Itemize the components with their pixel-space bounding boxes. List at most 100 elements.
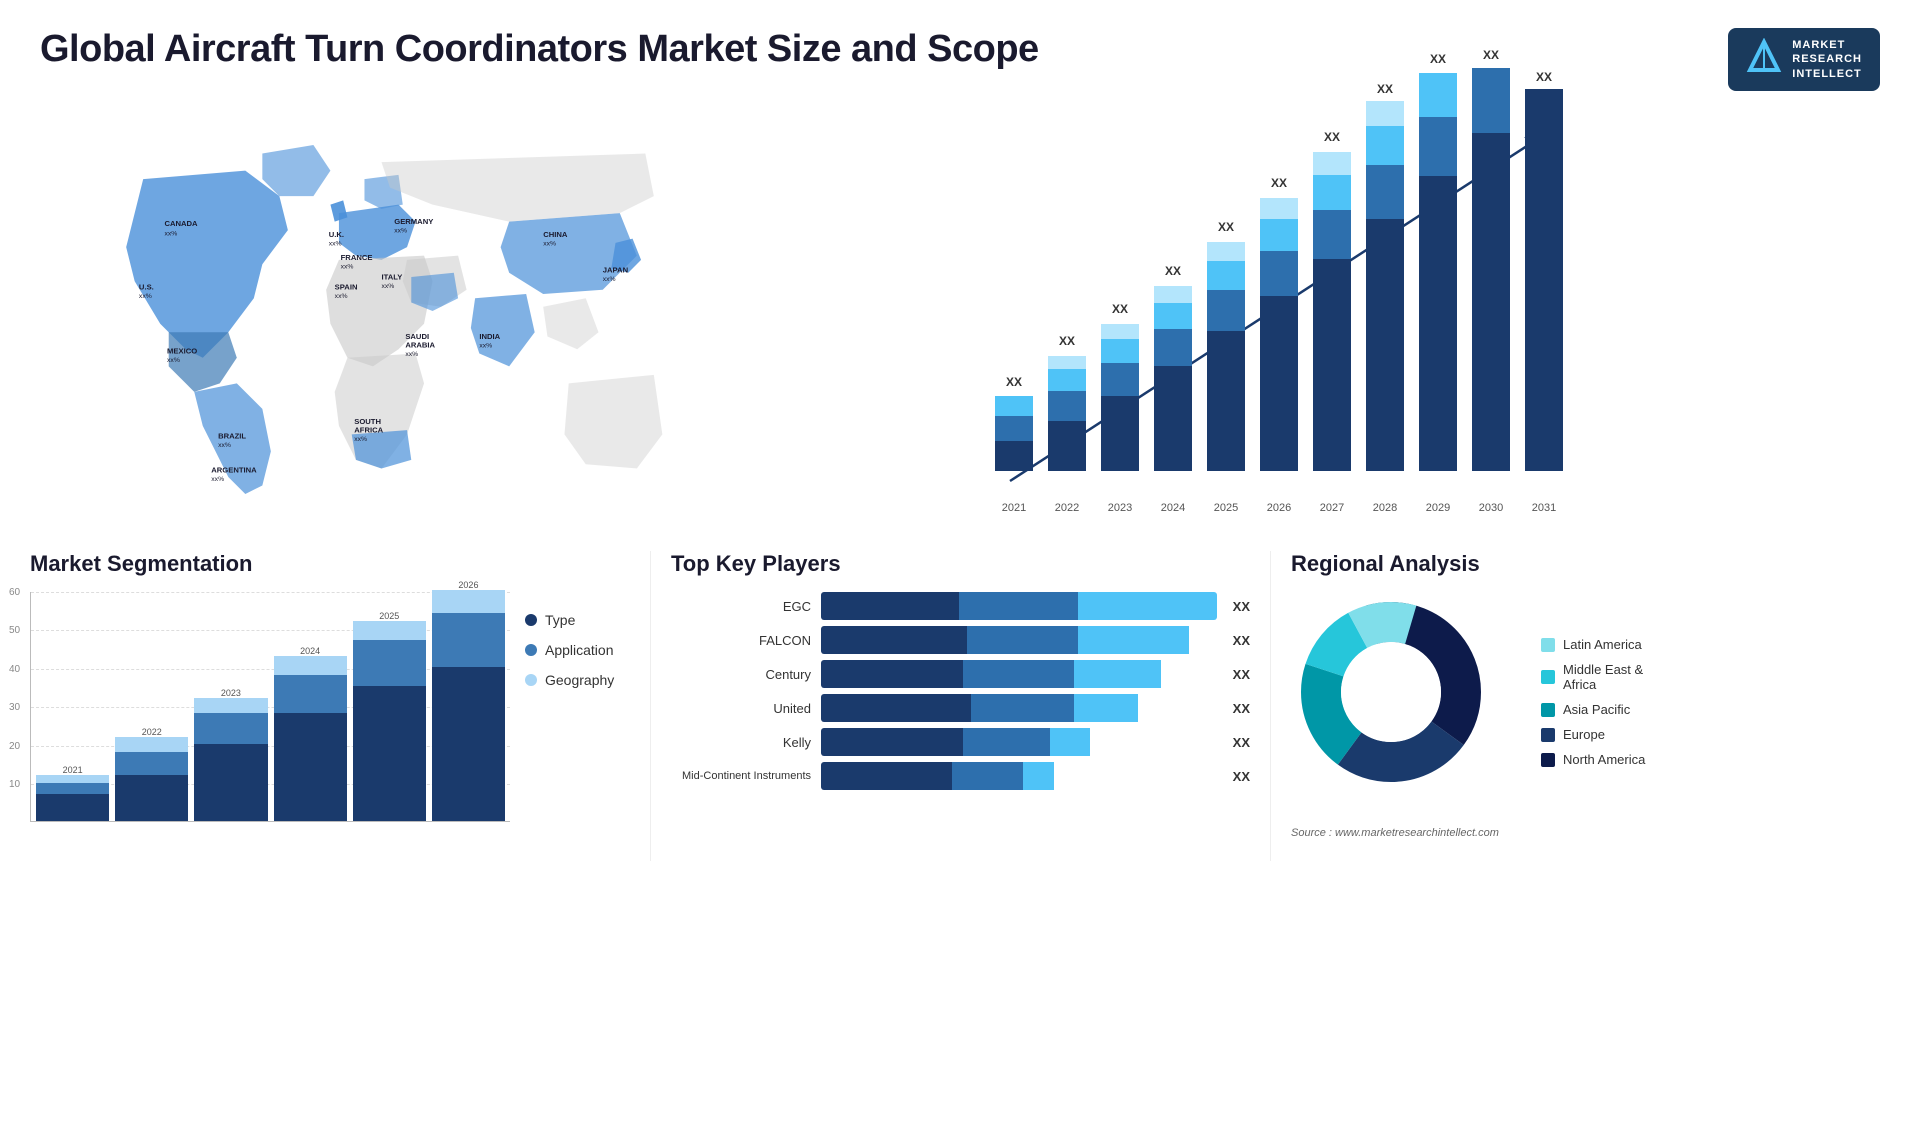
svg-text:xx%: xx% — [394, 228, 407, 235]
svg-text:2027: 2027 — [1320, 502, 1344, 514]
bar-seg1 — [821, 728, 963, 756]
page-title: Global Aircraft Turn Coordinators Market… — [40, 28, 1039, 71]
svg-text:xx%: xx% — [479, 343, 492, 350]
svg-text:2026: 2026 — [1267, 502, 1291, 514]
svg-text:MEXICO: MEXICO — [167, 347, 197, 356]
player-name-century: Century — [671, 667, 811, 682]
legend-type: Type — [525, 612, 635, 628]
svg-text:xx%: xx% — [218, 442, 231, 449]
svg-text:BRAZIL: BRAZIL — [218, 432, 246, 441]
bar-seg1 — [821, 660, 963, 688]
bar-seg3 — [1078, 626, 1189, 654]
svg-text:2029: 2029 — [1426, 502, 1450, 514]
svg-text:XX: XX — [1059, 334, 1075, 348]
svg-text:AFRICA: AFRICA — [354, 426, 383, 435]
svg-text:SPAIN: SPAIN — [335, 283, 358, 292]
svg-text:ARABIA: ARABIA — [405, 341, 435, 350]
bar-seg3 — [1023, 762, 1055, 790]
player-name-falcon: FALCON — [671, 633, 811, 648]
svg-text:xx%: xx% — [335, 293, 348, 300]
svg-text:XX: XX — [1430, 52, 1446, 66]
player-bar-united — [821, 694, 1217, 722]
segmentation-title: Market Segmentation — [30, 551, 635, 577]
latin-america-color — [1541, 638, 1555, 652]
regional-section: Regional Analysis — [1270, 551, 1890, 861]
player-value-kelly: XX — [1233, 735, 1250, 750]
legend-geography-label: Geography — [545, 672, 614, 688]
player-bar-egc — [821, 592, 1217, 620]
bar-seg3 — [1078, 592, 1216, 620]
middle-east-label: Middle East &Africa — [1563, 662, 1643, 692]
map-section: CANADA xx% U.S. xx% MEXICO xx% BRAZIL xx… — [30, 101, 960, 531]
asia-pacific-color — [1541, 703, 1555, 717]
legend-latin-america: Latin America — [1541, 637, 1645, 652]
svg-text:xx%: xx% — [167, 357, 180, 364]
bar-seg2 — [963, 728, 1050, 756]
type-color-dot — [525, 614, 537, 626]
legend-geography: Geography — [525, 672, 635, 688]
svg-text:XX: XX — [1377, 82, 1393, 96]
player-row-egc: EGC XX — [671, 592, 1250, 620]
svg-text:2031: 2031 — [1532, 502, 1556, 514]
svg-text:XX: XX — [1218, 220, 1234, 234]
bar-seg3 — [1050, 728, 1090, 756]
svg-text:xx%: xx% — [341, 263, 354, 270]
svg-text:FRANCE: FRANCE — [341, 253, 373, 262]
bar-seg2 — [963, 660, 1074, 688]
legend-asia-pacific: Asia Pacific — [1541, 702, 1645, 717]
player-row-united: United XX — [671, 694, 1250, 722]
svg-text:XX: XX — [1271, 176, 1287, 190]
legend-north-america: North America — [1541, 752, 1645, 767]
key-players-section: Top Key Players EGC XX FALCON XX — [650, 551, 1270, 861]
key-players-title: Top Key Players — [671, 551, 1250, 577]
legend-type-label: Type — [545, 612, 575, 628]
bar-seg2 — [971, 694, 1074, 722]
bar-seg1 — [821, 762, 952, 790]
logo-area: MARKET RESEARCH INTELLECT — [1728, 28, 1880, 91]
application-color-dot — [525, 644, 537, 656]
svg-text:2023: 2023 — [1108, 502, 1132, 514]
svg-text:GERMANY: GERMANY — [394, 217, 433, 226]
svg-text:xx%: xx% — [603, 276, 616, 283]
player-value-egc: XX — [1233, 599, 1250, 614]
player-name-egc: EGC — [671, 599, 811, 614]
logo-m-icon — [1746, 38, 1782, 81]
svg-text:xx%: xx% — [211, 476, 224, 483]
svg-text:INDIA: INDIA — [479, 332, 500, 341]
svg-text:xx%: xx% — [139, 293, 152, 300]
regional-title: Regional Analysis — [1291, 551, 1890, 577]
bar-seg1 — [821, 694, 971, 722]
svg-text:CHINA: CHINA — [543, 230, 568, 239]
player-name-midcontinent: Mid-Continent Instruments — [671, 770, 811, 782]
player-bar-falcon — [821, 626, 1217, 654]
svg-text:2030: 2030 — [1479, 502, 1503, 514]
legend-europe: Europe — [1541, 727, 1645, 742]
player-bar-midcontinent — [821, 762, 1217, 790]
regional-legend: Latin America Middle East &Africa Asia P… — [1541, 637, 1645, 767]
svg-text:JAPAN: JAPAN — [603, 266, 628, 275]
bar-seg2 — [959, 592, 1078, 620]
europe-color — [1541, 728, 1555, 742]
svg-text:xx%: xx% — [329, 240, 342, 247]
bar-seg1 — [821, 592, 959, 620]
svg-text:2028: 2028 — [1373, 502, 1397, 514]
player-bar-century — [821, 660, 1217, 688]
asia-pacific-label: Asia Pacific — [1563, 702, 1630, 717]
legend-middle-east-africa: Middle East &Africa — [1541, 662, 1645, 692]
player-row-kelly: Kelly XX — [671, 728, 1250, 756]
svg-text:XX: XX — [1483, 48, 1499, 62]
middle-east-color — [1541, 670, 1555, 684]
player-value-falcon: XX — [1233, 633, 1250, 648]
svg-text:ARGENTINA: ARGENTINA — [211, 466, 257, 475]
svg-text:2025: 2025 — [1214, 502, 1238, 514]
legend-application: Application — [525, 642, 635, 658]
svg-text:XX: XX — [1536, 70, 1552, 84]
svg-text:xx%: xx% — [381, 283, 394, 290]
svg-text:CANADA: CANADA — [164, 219, 198, 228]
svg-text:ITALY: ITALY — [381, 273, 402, 282]
bar-seg2 — [967, 626, 1078, 654]
svg-text:XX: XX — [1165, 264, 1181, 278]
source-line: Source : www.marketresearchintellect.com — [1291, 827, 1890, 839]
svg-text:XX: XX — [1006, 375, 1022, 389]
page-header: Global Aircraft Turn Coordinators Market… — [0, 0, 1920, 101]
